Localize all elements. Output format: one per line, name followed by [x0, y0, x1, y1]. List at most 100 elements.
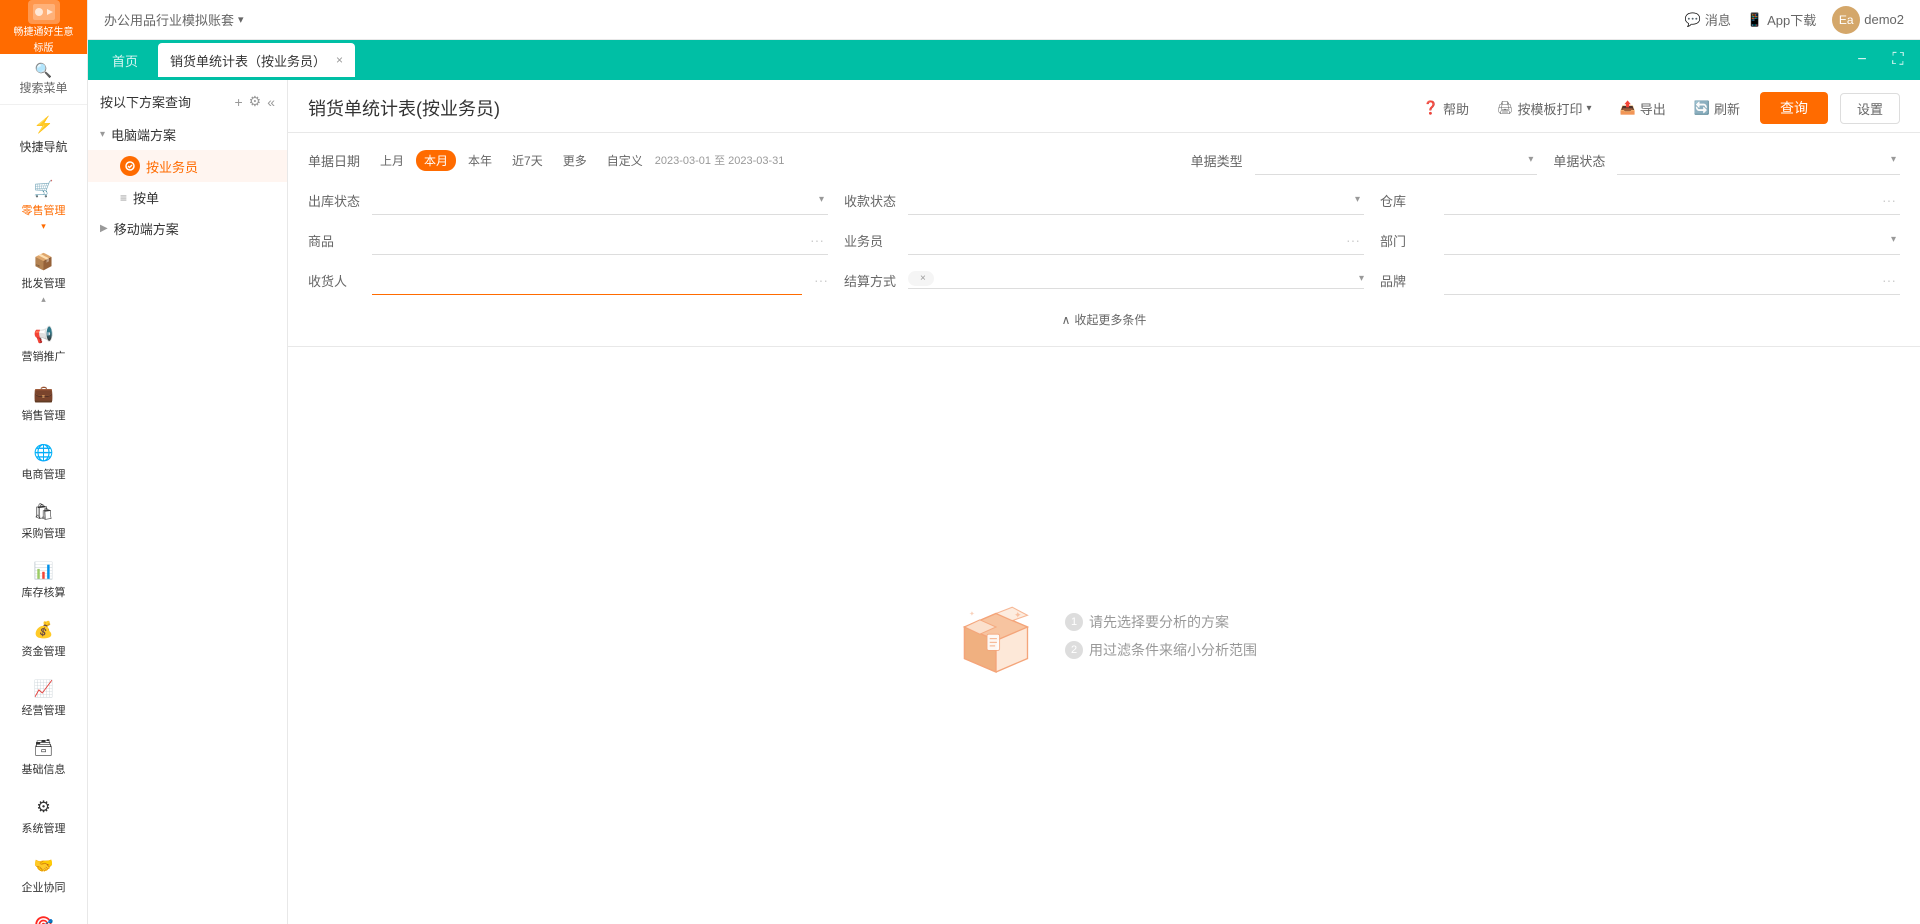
mobile-group-expand-icon: ▶ — [100, 223, 108, 234]
filter-date: 单据日期 上月 本月 本年 近7天 更多 自定义 2023-03-01 至 20… — [308, 150, 1175, 171]
print-arrow-icon: ▾ — [1587, 103, 1592, 114]
sidebar-item-ecommerce[interactable]: 🌐 电商管理 — [0, 433, 87, 492]
top-header: 办公用品行业模拟账套 ▾ 💬 消息 📱 App下载 Ea demo2 — [88, 0, 1920, 40]
doc-type-select[interactable]: ▾ — [1255, 145, 1538, 175]
tab-home[interactable]: 首页 — [96, 40, 154, 80]
date-pill-last-month[interactable]: 上月 — [372, 150, 412, 171]
filter-salesman: 业务员 ··· — [844, 225, 1364, 255]
tree-group-pc[interactable]: ▾ 电脑端方案 — [88, 119, 287, 150]
sidebar-item-wholesale[interactable]: 📦 批发管理 ▴ — [0, 242, 87, 315]
empty-hint-2: 2 用过滤条件来缩小分析范围 — [1065, 640, 1257, 660]
tab-sales-stats[interactable]: 销货单统计表（按业务员） × — [158, 43, 355, 77]
system-label: 系统管理 — [22, 820, 66, 836]
user-avatar: Ea — [1832, 6, 1860, 34]
empty-hint-1: 1 请先选择要分析的方案 — [1065, 612, 1257, 632]
user-name: demo2 — [1864, 12, 1904, 27]
sidebar-item-shortcut[interactable]: ⚡ 快捷导航 — [0, 105, 87, 165]
filter-goods: 商品 ··· — [308, 225, 828, 255]
sidebar-item-purchase[interactable]: 🛍 采购管理 — [0, 492, 87, 551]
user-menu-btn[interactable]: Ea demo2 — [1832, 6, 1904, 34]
date-pill-7days[interactable]: 近7天 — [504, 150, 551, 171]
sidebar-item-basic[interactable]: 🗃 基础信息 — [0, 728, 87, 787]
export-btn[interactable]: 📤 导出 — [1612, 95, 1674, 122]
date-pill-this-year[interactable]: 本年 — [460, 150, 500, 171]
date-pill-this-month[interactable]: 本月 — [416, 150, 456, 171]
header-breadcrumb: 办公用品行业模拟账套 ▾ — [104, 10, 244, 29]
department-label: 部门 — [1380, 231, 1436, 250]
sidebar-item-operations[interactable]: 📈 经营管理 — [0, 669, 87, 728]
sidebar-item-retail[interactable]: 🛒 零售管理 ▾ — [0, 169, 87, 242]
goods-select[interactable]: ··· — [372, 225, 828, 255]
collapse-panel-btn[interactable]: « — [267, 94, 275, 110]
tab-close-icon[interactable]: × — [336, 53, 343, 67]
tab-expand-btn[interactable]: ⛶ — [1884, 46, 1912, 74]
filter-row-2: 出库状态 ▾ 收款状态 ▾ 仓库 — [308, 185, 1900, 215]
help-btn[interactable]: ❓ 帮助 — [1415, 95, 1477, 122]
query-button[interactable]: 查询 — [1760, 92, 1828, 124]
message-btn[interactable]: 💬 消息 — [1685, 10, 1731, 29]
order-icon: ≡ — [120, 191, 127, 205]
sidebar-search[interactable]: 🔍 搜索菜单 — [0, 54, 87, 105]
refresh-btn[interactable]: 🔄 刷新 — [1686, 95, 1748, 122]
empty-illustration: ✦ ✦ — [951, 591, 1041, 681]
settlement-tag-close-btn[interactable]: × — [920, 273, 926, 284]
brand-select[interactable]: ··· — [1444, 265, 1900, 295]
warehouse-select[interactable]: ··· — [1444, 185, 1900, 215]
tree-group-mobile[interactable]: ▶ 移动端方案 — [88, 213, 287, 244]
receiver-input[interactable] — [372, 265, 802, 295]
salesman-select[interactable]: ··· — [908, 225, 1364, 255]
app-logo[interactable]: 畅捷通好生意 标版 — [0, 0, 88, 54]
salesman-label: 业务员 — [844, 231, 900, 250]
tree-item-by-salesman[interactable]: 按业务员 — [88, 150, 287, 182]
filter-department: 部门 ▾ — [1380, 225, 1900, 255]
svg-text:✦: ✦ — [1014, 610, 1022, 620]
sidebar-item-corp[interactable]: 🤝 企业协同 — [0, 846, 87, 905]
date-options: 上月 本月 本年 近7天 更多 自定义 2023-03-01 至 2023-03… — [372, 150, 784, 171]
by-order-label: 按单 — [133, 188, 159, 207]
collapse-filters-label: 收起更多条件 — [1074, 311, 1146, 328]
date-pill-more[interactable]: 更多 — [555, 150, 595, 171]
tab-collapse-btn[interactable]: − — [1848, 46, 1876, 74]
empty-hints: 1 请先选择要分析的方案 2 用过滤条件来缩小分析范围 — [1065, 612, 1257, 660]
breadcrumb-dropdown[interactable]: 办公用品行业模拟账套 ▾ — [104, 10, 244, 29]
corp-icon: 🤝 — [34, 856, 54, 876]
left-panel-header: 按以下方案查询 + ⚙ « — [88, 80, 287, 119]
doc-status-arrow-icon: ▾ — [1891, 154, 1896, 165]
sidebar-item-inventory[interactable]: 📊 库存核算 — [0, 551, 87, 610]
doc-type-arrow-icon: ▾ — [1528, 154, 1533, 165]
filter-out-status: 出库状态 ▾ — [308, 185, 828, 215]
pc-group-expand-icon: ▾ — [100, 129, 105, 140]
tab-sales-stats-label: 销货单统计表（按业务员） — [170, 51, 326, 70]
collapse-filters-btn[interactable]: ∧ 收起更多条件 — [308, 305, 1900, 334]
finance-icon: 💰 — [34, 620, 54, 640]
filter-warehouse: 仓库 ··· — [1380, 185, 1900, 215]
sidebar-item-system[interactable]: ⚙ 系统管理 — [0, 787, 87, 846]
date-range-display: 2023-03-01 至 2023-03-31 — [655, 152, 785, 168]
out-status-select[interactable]: ▾ — [372, 185, 828, 215]
settings-button[interactable]: 设置 — [1840, 93, 1900, 124]
tree-item-by-order[interactable]: ≡ 按单 — [88, 182, 287, 213]
print-btn[interactable]: 🖨 按模板打印 ▾ — [1489, 95, 1600, 122]
settlement-dropdown-arrow-icon[interactable]: ▾ — [1359, 273, 1364, 284]
doc-status-select[interactable]: ▾ — [1617, 145, 1900, 175]
department-arrow-icon: ▾ — [1891, 234, 1896, 245]
help-icon: ❓ — [1423, 100, 1439, 116]
receipt-status-select[interactable]: ▾ — [908, 185, 1364, 215]
finance-label: 资金管理 — [22, 643, 66, 659]
receipt-status-arrow-icon: ▾ — [1355, 194, 1360, 205]
sidebar-item-finance[interactable]: 💰 资金管理 — [0, 610, 87, 669]
app-download-btn[interactable]: 📱 App下载 — [1747, 10, 1816, 29]
retail-arrow: ▾ — [41, 221, 46, 232]
add-scheme-btn[interactable]: + — [234, 94, 242, 110]
department-select[interactable]: ▾ — [1444, 225, 1900, 255]
filter-brand: 品牌 ··· — [1380, 265, 1900, 295]
sidebar-item-marketing[interactable]: 📢 营销推广 — [0, 315, 87, 374]
collapse-filters-icon: ∧ — [1062, 313, 1071, 327]
purchase-icon: 🛍 — [33, 502, 53, 522]
hint-1-text: 请先选择要分析的方案 — [1089, 612, 1229, 632]
date-pill-custom[interactable]: 自定义 — [599, 150, 651, 171]
sidebar-item-newbie[interactable]: 🎯 新手引导 — [0, 905, 87, 924]
settings-scheme-btn[interactable]: ⚙ — [249, 93, 262, 110]
sidebar-item-sales[interactable]: 💼 销售管理 — [0, 374, 87, 433]
brand-label: 品牌 — [1380, 271, 1436, 290]
